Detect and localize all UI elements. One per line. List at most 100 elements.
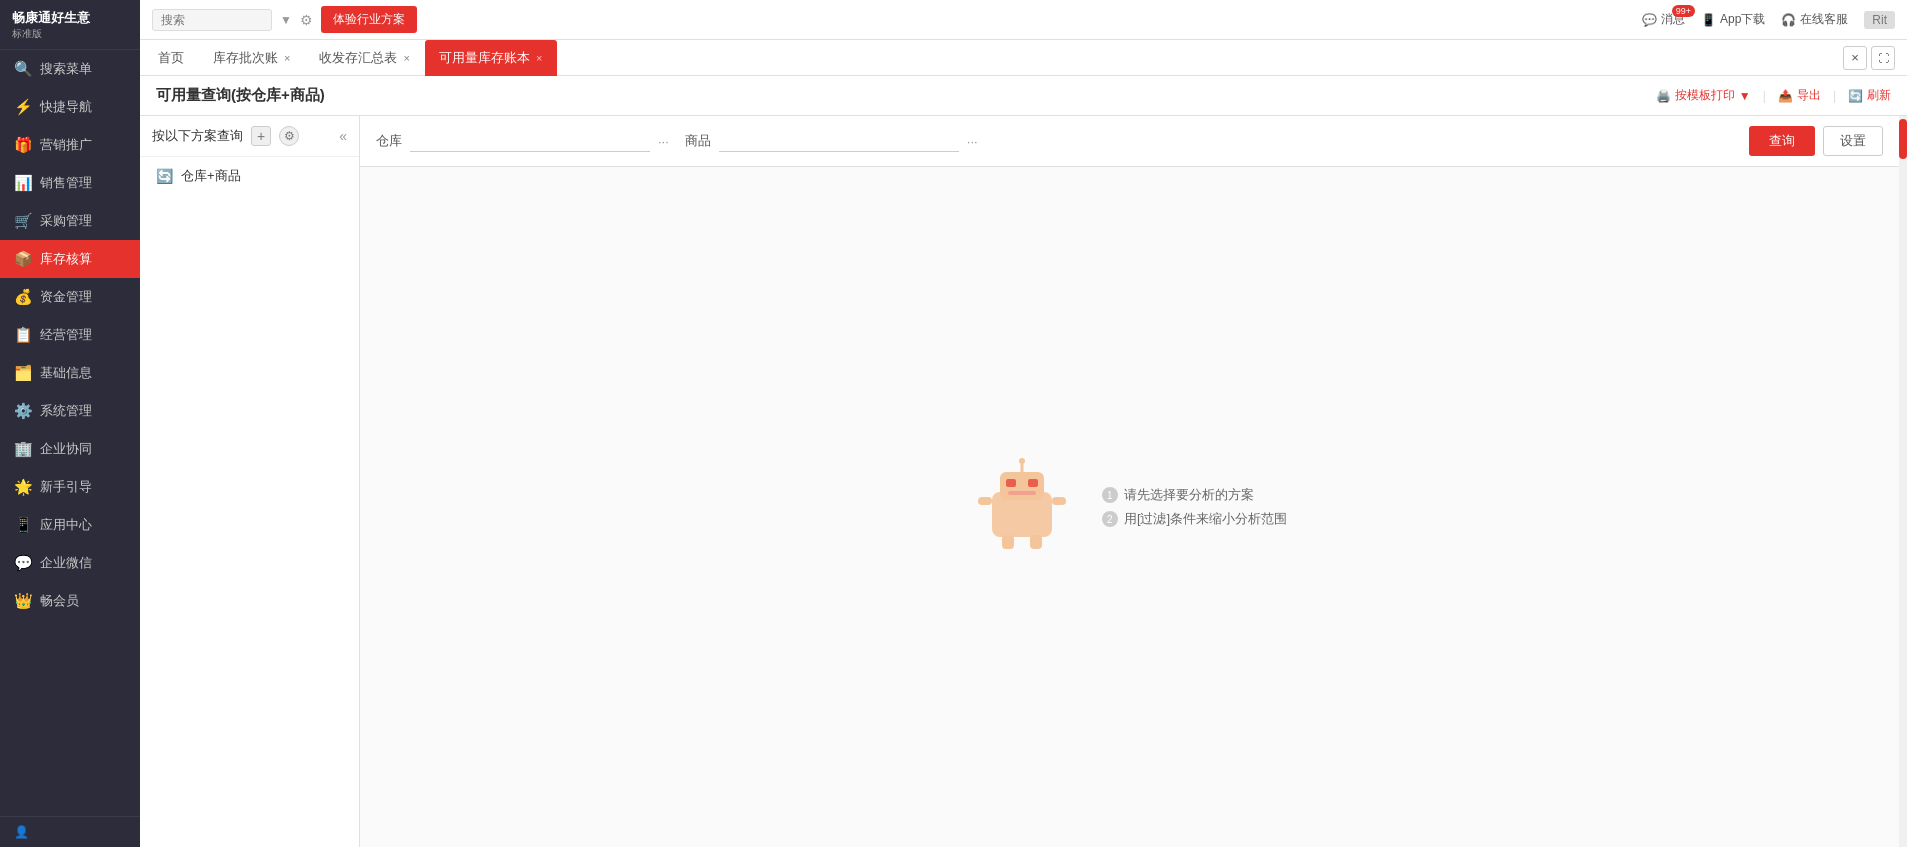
sidebar-item-sales[interactable]: 📊 销售管理 xyxy=(0,164,140,202)
column-settings-button[interactable]: 设置 xyxy=(1823,126,1883,156)
tabs-expand-button[interactable]: ⛶ xyxy=(1871,46,1895,70)
sidebar-item-label: 基础信息 xyxy=(40,364,92,382)
scheme-warehouse-goods[interactable]: 🔄 仓库+商品 xyxy=(140,157,359,195)
sidebar-item-label: 库存核算 xyxy=(40,250,92,268)
divider2: | xyxy=(1833,89,1836,103)
logo-title: 畅康通好生意 xyxy=(12,10,128,27)
tab-available-ledger-close-icon[interactable]: × xyxy=(536,52,542,64)
sidebar-item-label: 资金管理 xyxy=(40,288,92,306)
sidebar-item-system[interactable]: ⚙️ 系统管理 xyxy=(0,392,140,430)
gear-icon: ⚙️ xyxy=(14,402,32,420)
user-avatar[interactable]: Rit xyxy=(1864,11,1895,29)
svg-rect-8 xyxy=(1052,497,1066,505)
industry-solution-button[interactable]: 体验行业方案 xyxy=(321,6,417,33)
query-button[interactable]: 查询 xyxy=(1749,126,1815,156)
add-scheme-button[interactable]: + xyxy=(251,126,271,146)
tabs-bar: 首页 库存批次账 × 收发存汇总表 × 可用量库存账本 × × ⛶ xyxy=(140,40,1907,76)
dropdown-arrow-icon[interactable]: ▼ xyxy=(280,13,292,27)
svg-rect-2 xyxy=(1006,479,1016,487)
online-service-button[interactable]: 🎧 在线客服 xyxy=(1781,11,1848,28)
scheme-label: 仓库+商品 xyxy=(181,167,241,185)
sidebar-item-newguide[interactable]: 🌟 新手引导 xyxy=(0,468,140,506)
tab-available-ledger[interactable]: 可用量库存账本 × xyxy=(425,40,557,76)
message-badge: 99+ xyxy=(1672,5,1695,17)
sidebar-item-label: 搜索菜单 xyxy=(40,60,92,78)
tab-available-ledger-label: 可用量库存账本 xyxy=(439,49,530,67)
settings-icon[interactable]: ⚙ xyxy=(300,12,313,28)
sidebar-item-inventory[interactable]: 📦 库存核算 xyxy=(0,240,140,278)
svg-rect-7 xyxy=(978,497,992,505)
sidebar-item-label: 畅会员 xyxy=(40,592,79,610)
collapse-panel-button[interactable]: « xyxy=(339,128,347,144)
tab-batch-ledger-close-icon[interactable]: × xyxy=(284,52,290,64)
sidebar-item-label: 销售管理 xyxy=(40,174,92,192)
sidebar-item-operations[interactable]: 📋 经营管理 xyxy=(0,316,140,354)
sidebar-item-label: 企业协同 xyxy=(40,440,92,458)
sidebar-item-purchase[interactable]: 🛒 采购管理 xyxy=(0,202,140,240)
divider1: | xyxy=(1763,89,1766,103)
search-input[interactable] xyxy=(152,9,272,31)
export-label: 导出 xyxy=(1797,87,1821,104)
clipboard-icon: 📋 xyxy=(14,326,32,344)
sidebar-item-search[interactable]: 🔍 搜索菜单 xyxy=(0,50,140,88)
goods-filter-input[interactable] xyxy=(719,130,959,152)
topbar: ▼ ⚙ 体验行业方案 💬 99+ 消息 📱 App下载 🎧 在线客服 Rit xyxy=(140,0,1907,40)
tab-receipt-summary[interactable]: 收发存汇总表 × xyxy=(305,40,424,76)
sidebar-item-label: 经营管理 xyxy=(40,326,92,344)
scrollbar-thumb xyxy=(1899,119,1907,159)
sidebar-item-enterprise[interactable]: 🏢 企业协同 xyxy=(0,430,140,468)
hint-number-1: 1 xyxy=(1102,487,1118,503)
print-dropdown-icon[interactable]: ▼ xyxy=(1739,89,1751,103)
print-icon: 🖨️ xyxy=(1656,89,1671,103)
sidebar-bottom[interactable]: 👤 xyxy=(0,816,140,847)
flash-icon: ⚡ xyxy=(14,98,32,116)
sidebar-item-quicknav[interactable]: ⚡ 快捷导航 xyxy=(0,88,140,126)
warehouse-filter-input[interactable] xyxy=(410,130,650,152)
sidebar-scroll: 🔍 搜索菜单 ⚡ 快捷导航 🎁 营销推广 📊 销售管理 🛒 采购管理 📦 库存核… xyxy=(0,50,140,816)
sidebar-item-label: 快捷导航 xyxy=(40,98,92,116)
tab-receipt-summary-close-icon[interactable]: × xyxy=(403,52,409,64)
app-download-button[interactable]: 📱 App下载 xyxy=(1701,11,1765,28)
empty-state: 1 请先选择要分析的方案 2 用[过滤]条件来缩小分析范围 xyxy=(360,167,1899,847)
refresh-label: 刷新 xyxy=(1867,87,1891,104)
scheme-settings-button[interactable]: ⚙ xyxy=(279,126,299,146)
svg-point-10 xyxy=(1019,458,1025,464)
sidebar-item-appcenter[interactable]: 📱 应用中心 xyxy=(0,506,140,544)
empty-text-area: 1 请先选择要分析的方案 2 用[过滤]条件来缩小分析范围 xyxy=(1102,480,1287,534)
folder-icon: 🗂️ xyxy=(14,364,32,382)
left-panel-header: 按以下方案查询 + ⚙ « xyxy=(140,116,359,157)
page-actions: 🖨️ 按模板打印 ▼ | 📤 导出 | 🔄 刷新 xyxy=(1656,87,1891,104)
warehouse-more-button[interactable]: ··· xyxy=(658,134,669,149)
left-panel: 按以下方案查询 + ⚙ « 🔄 仓库+商品 xyxy=(140,116,360,847)
svg-rect-5 xyxy=(1002,535,1014,549)
chart-icon: 📊 xyxy=(14,174,32,192)
hint-text-1: 请先选择要分析的方案 xyxy=(1124,486,1254,504)
export-button[interactable]: 📤 导出 xyxy=(1778,87,1821,104)
vertical-scrollbar[interactable] xyxy=(1899,116,1907,847)
cart-icon: 🛒 xyxy=(14,212,32,230)
page-header: 可用量查询(按仓库+商品) 🖨️ 按模板打印 ▼ | 📤 导出 | 🔄 刷新 xyxy=(140,76,1907,116)
svg-rect-6 xyxy=(1030,535,1042,549)
print-label: 按模板打印 xyxy=(1675,87,1735,104)
user-icon: 👤 xyxy=(14,825,29,839)
hint-text-2: 用[过滤]条件来缩小分析范围 xyxy=(1124,510,1287,528)
sidebar-item-label: 营销推广 xyxy=(40,136,92,154)
sidebar-item-marketing[interactable]: 🎁 营销推广 xyxy=(0,126,140,164)
sidebar-item-corpwechat[interactable]: 💬 企业微信 xyxy=(0,544,140,582)
goods-more-button[interactable]: ··· xyxy=(967,134,978,149)
refresh-icon: 🔄 xyxy=(1848,89,1863,103)
sidebar-item-finance[interactable]: 💰 资金管理 xyxy=(0,278,140,316)
tabs-close-all-button[interactable]: × xyxy=(1843,46,1867,70)
message-button[interactable]: 💬 99+ 消息 xyxy=(1642,11,1685,28)
main-area: ▼ ⚙ 体验行业方案 💬 99+ 消息 📱 App下载 🎧 在线客服 Rit 首… xyxy=(140,0,1907,847)
refresh-button[interactable]: 🔄 刷新 xyxy=(1848,87,1891,104)
topbar-right: 💬 99+ 消息 📱 App下载 🎧 在线客服 Rit xyxy=(1642,11,1895,29)
sidebar-item-basic[interactable]: 🗂️ 基础信息 xyxy=(0,354,140,392)
tab-batch-ledger-label: 库存批次账 xyxy=(213,49,278,67)
export-icon: 📤 xyxy=(1778,89,1793,103)
tab-batch-ledger[interactable]: 库存批次账 × xyxy=(199,40,305,76)
page-title: 可用量查询(按仓库+商品) xyxy=(156,86,325,105)
tab-home[interactable]: 首页 xyxy=(144,40,199,76)
sidebar-item-member[interactable]: 👑 畅会员 xyxy=(0,582,140,620)
print-button[interactable]: 🖨️ 按模板打印 ▼ xyxy=(1656,87,1751,104)
